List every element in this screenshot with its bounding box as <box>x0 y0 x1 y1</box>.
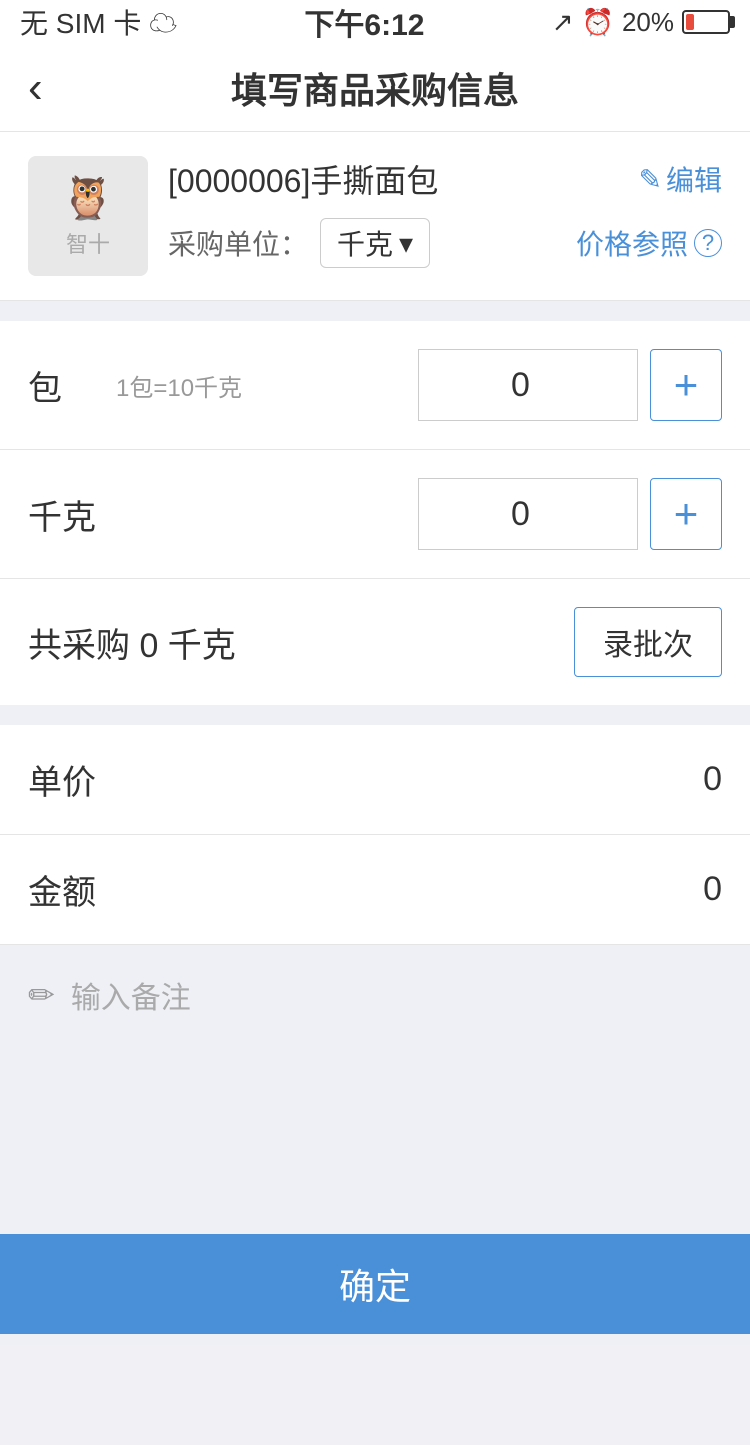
kg-input-control: + <box>418 478 722 550</box>
status-time: 下午6:12 <box>304 0 424 44</box>
product-name: [0000006]手撕面包 <box>168 156 438 202</box>
battery-icon <box>682 10 730 34</box>
back-button[interactable]: ‹ <box>28 66 43 110</box>
product-info: [0000006]手撕面包 ✎ 编辑 采购单位： 千克 ▾ 价格参照 ? <box>168 156 722 268</box>
bag-input-control: + <box>418 349 722 421</box>
purchase-unit-label: 采购单位： <box>168 223 308 263</box>
confirm-button[interactable]: 确定 <box>0 1234 750 1334</box>
price-ref-button[interactable]: 价格参照 ? <box>576 223 722 263</box>
kg-plus-button[interactable]: + <box>650 478 722 550</box>
edit-label: 编辑 <box>666 159 722 199</box>
alarm-icon: ⏰ <box>582 7 614 38</box>
bag-input-row: 包 1包=10千克 + <box>0 321 750 450</box>
record-batch-button[interactable]: 录批次 <box>574 607 722 677</box>
sim-status: 无 SIM 卡 ☁ <box>20 2 177 42</box>
input-section: 包 1包=10千克 + 千克 + <box>0 321 750 579</box>
status-left: 无 SIM 卡 ☁ <box>20 2 177 42</box>
section-divider-1 <box>0 301 750 321</box>
confirm-label: 确定 <box>339 1258 411 1310</box>
location-icon: ↗ <box>552 7 574 38</box>
section-divider-2 <box>0 705 750 725</box>
unit-value: 千克 <box>337 223 393 263</box>
kg-quantity-input[interactable] <box>418 478 638 550</box>
bag-plus-button[interactable]: + <box>650 349 722 421</box>
product-card: 🦉 智十 [0000006]手撕面包 ✎ 编辑 采购单位： 千克 ▾ <box>0 132 750 301</box>
remark-placeholder: 输入备注 <box>71 973 191 1017</box>
product-name-row: [0000006]手撕面包 ✎ 编辑 <box>168 156 722 202</box>
kg-input-row: 千克 + <box>0 450 750 579</box>
bag-label: 包 <box>28 361 108 410</box>
bag-sublabel: 1包=10千克 <box>116 368 418 403</box>
unit-price-row: 单价 0 <box>0 725 750 835</box>
nav-bar: ‹ 填写商品采购信息 <box>0 44 750 132</box>
bag-quantity-input[interactable] <box>418 349 638 421</box>
unit-price-value: 0 <box>703 760 722 799</box>
remark-section[interactable]: ✏ 输入备注 <box>0 945 750 1045</box>
price-section: 单价 0 金额 0 <box>0 725 750 945</box>
amount-value: 0 <box>703 870 722 909</box>
product-owl-icon: 🦉 <box>62 174 114 223</box>
page-title: 填写商品采购信息 <box>231 62 519 114</box>
purchase-unit-left: 采购单位： 千克 ▾ <box>168 218 430 268</box>
pencil-icon: ✏ <box>28 976 55 1014</box>
unit-price-label: 单价 <box>28 755 96 804</box>
kg-label: 千克 <box>28 490 108 539</box>
summary-row: 共采购 0 千克 录批次 <box>0 579 750 705</box>
dropdown-arrow-icon: ▾ <box>399 227 413 260</box>
amount-label: 金额 <box>28 865 96 914</box>
status-right: ↗ ⏰ 20% <box>552 7 730 38</box>
price-ref-help-icon: ? <box>694 229 722 257</box>
total-purchase-text: 共采购 0 千克 <box>28 618 236 667</box>
unit-dropdown[interactable]: 千克 ▾ <box>320 218 430 268</box>
purchase-unit-row: 采购单位： 千克 ▾ 价格参照 ? <box>168 218 722 268</box>
product-brand-text: 智十 <box>66 227 110 259</box>
amount-row: 金额 0 <box>0 835 750 945</box>
status-bar: 无 SIM 卡 ☁ 下午6:12 ↗ ⏰ 20% <box>0 0 750 44</box>
product-image: 🦉 智十 <box>28 156 148 276</box>
edit-button[interactable]: ✎ 编辑 <box>639 159 722 199</box>
price-ref-label: 价格参照 <box>576 223 688 263</box>
battery-percent: 20% <box>622 7 674 38</box>
edit-icon: ✎ <box>639 163 662 196</box>
